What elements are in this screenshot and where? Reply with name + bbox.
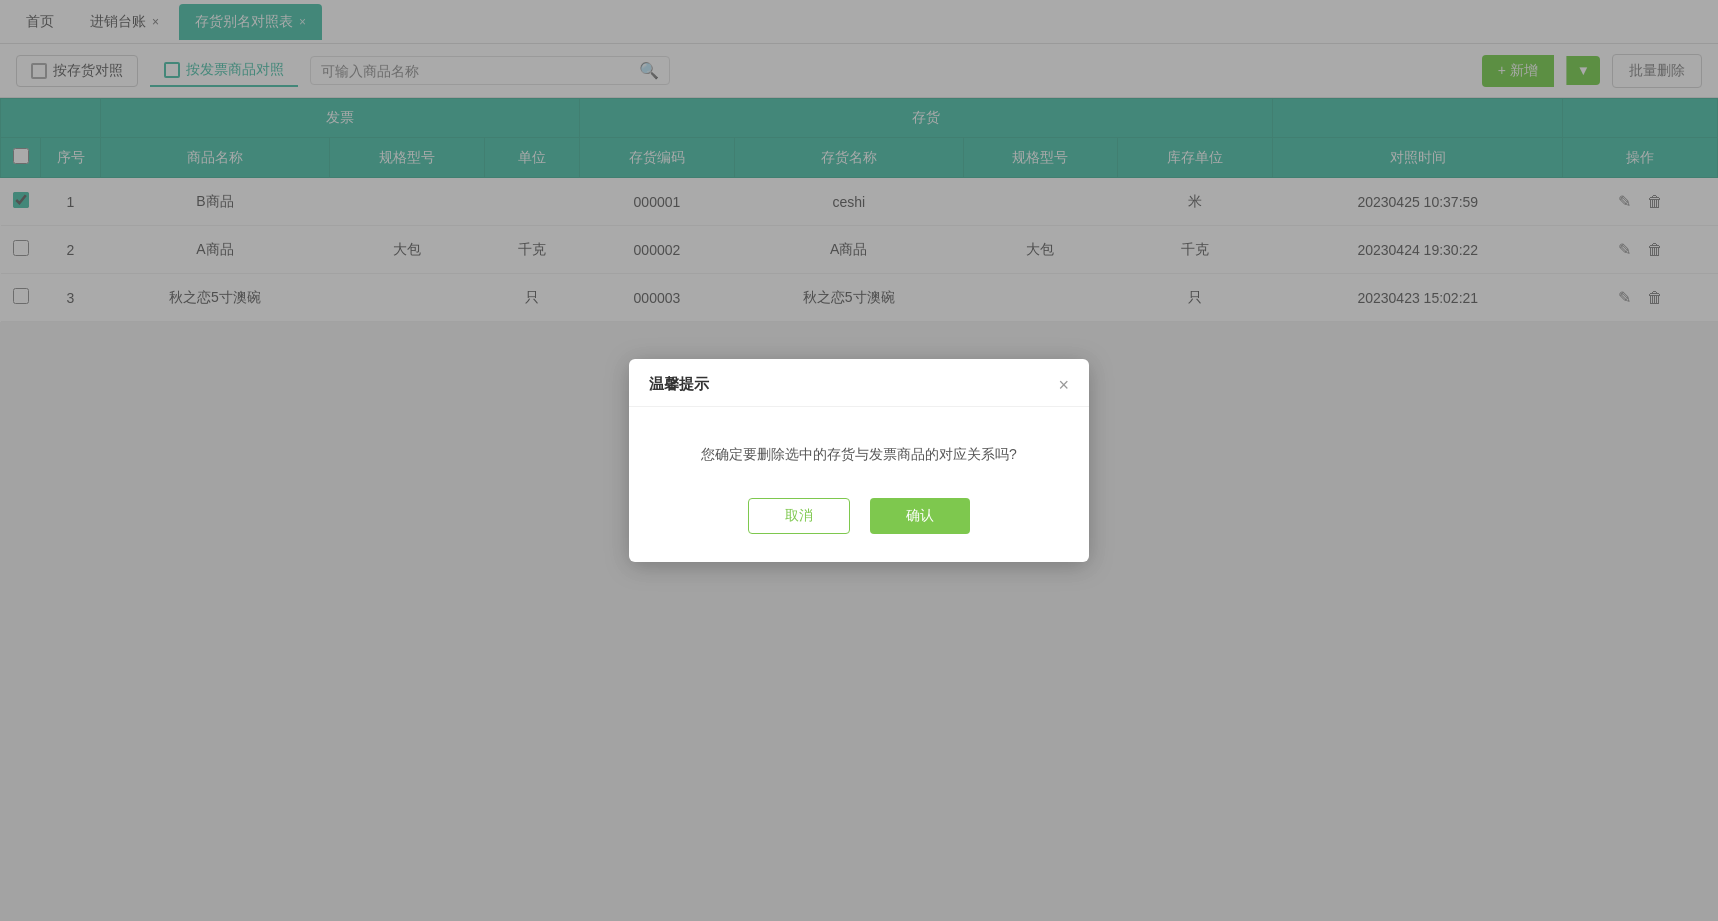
modal-overlay: 温馨提示 × 您确定要删除选中的存货与发票商品的对应关系吗? 取消 确认 — [0, 0, 1718, 322]
